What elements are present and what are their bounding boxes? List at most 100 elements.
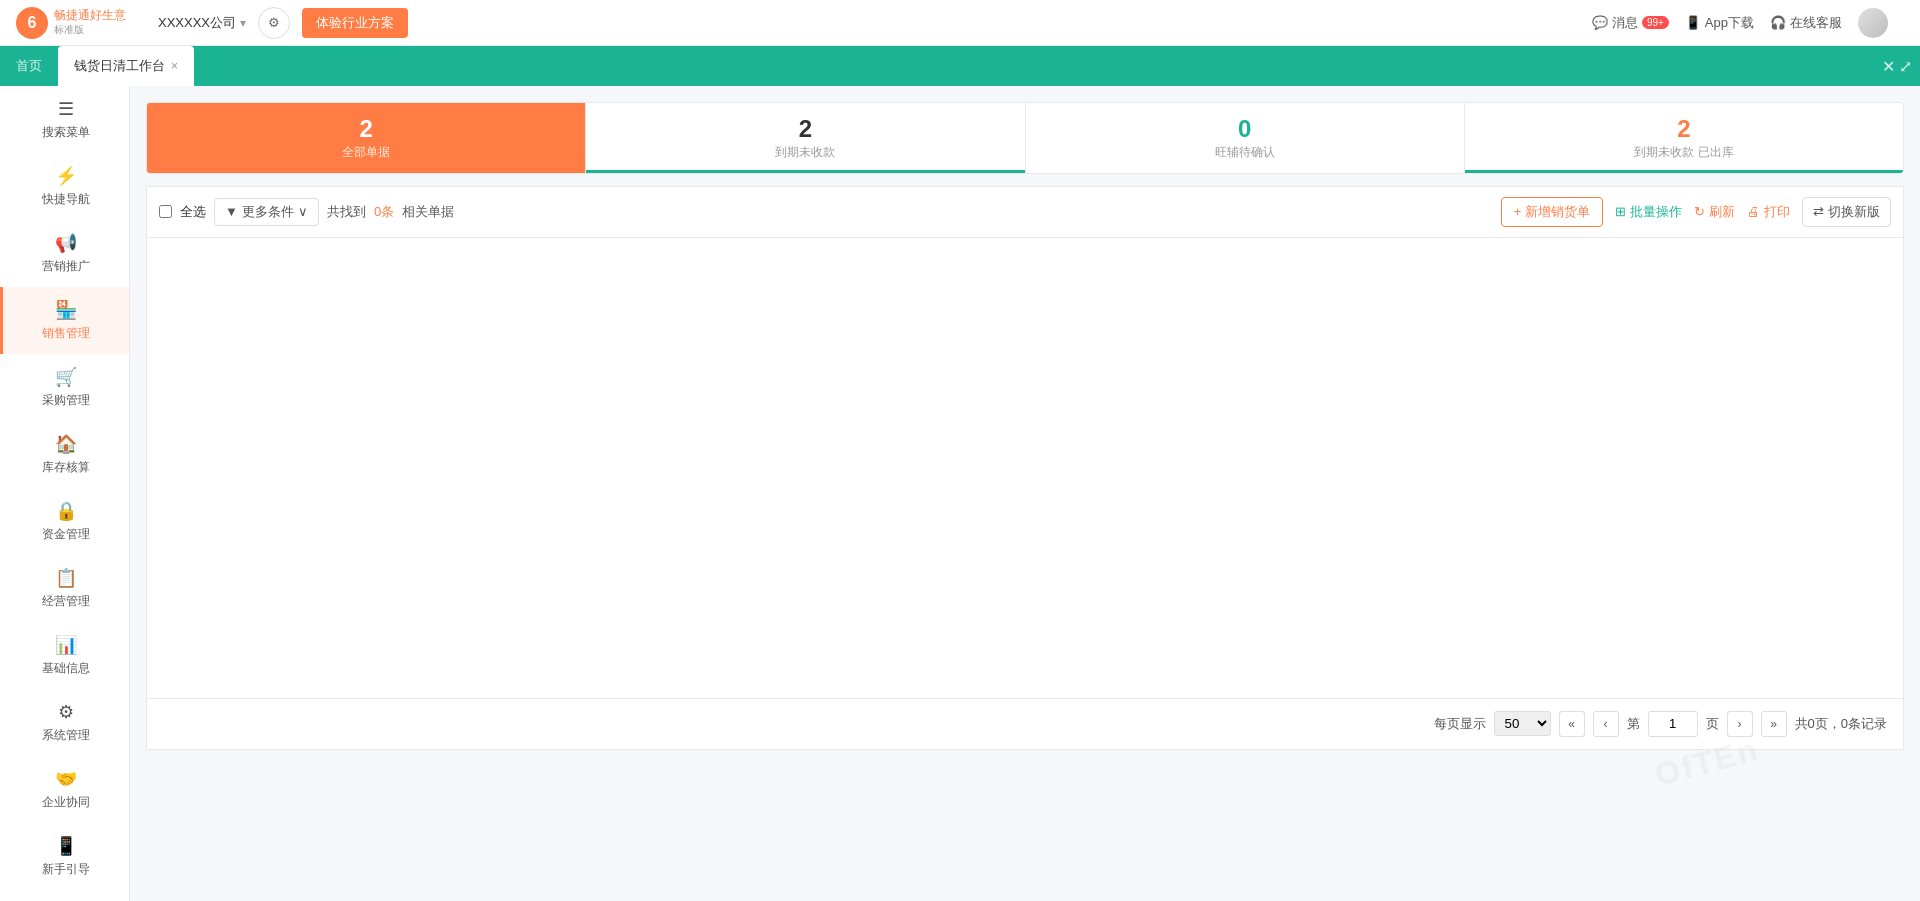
card-count-wangwang: 0 — [1046, 115, 1444, 144]
sidebar-item-quick-nav[interactable]: ⚡ 快捷导航 — [0, 153, 129, 220]
card-label-all: 全部单据 — [167, 144, 565, 161]
logo-area: 6 畅捷通好生意 标准版 — [16, 7, 146, 39]
per-page-label: 每页显示 — [1434, 715, 1486, 733]
sidebar-item-operations[interactable]: 📋 经营管理 — [0, 555, 129, 622]
settings-button[interactable]: ⚙ — [258, 7, 290, 39]
sidebar-item-basic-info[interactable]: 📊 基础信息 — [0, 622, 129, 689]
first-page-button[interactable]: « — [1559, 711, 1585, 737]
gear-icon: ⚙ — [268, 15, 280, 30]
select-all-checkbox[interactable] — [159, 205, 172, 218]
home-tab-label: 首页 — [16, 57, 42, 75]
enterprise-icon: 🤝 — [55, 768, 77, 790]
found-suffix: 相关单据 — [402, 203, 454, 221]
sidebar-item-purchase[interactable]: 🛒 采购管理 — [0, 354, 129, 421]
company-name: XXXXXX公司 — [158, 14, 236, 32]
status-card-overdue-out[interactable]: 2 到期未收款 已出库 — [1465, 103, 1903, 173]
page-suffix: 页 — [1706, 715, 1719, 733]
sidebar-item-marketing[interactable]: 📢 营销推广 — [0, 220, 129, 287]
print-button[interactable]: 🖨 打印 — [1747, 203, 1790, 221]
toolbar-left: 全选 ▼ 更多条件 ∨ 共找到 0条 相关单据 — [159, 198, 1493, 226]
sidebar-label-sales: 销售管理 — [42, 325, 90, 342]
filter-label: 更多条件 — [242, 203, 294, 221]
batch-operation-button[interactable]: ⊞ 批量操作 — [1615, 203, 1682, 221]
sidebar-item-system[interactable]: ⚙ 系统管理 — [0, 689, 129, 756]
logo-text-group: 畅捷通好生意 标准版 — [54, 8, 126, 38]
sidebar-item-finance[interactable]: 🔒 资金管理 — [0, 488, 129, 555]
pagination: 每页显示 50 20 100 « ‹ 第 页 › » 共0页，0条记录 — [147, 698, 1903, 749]
sidebar-label-purchase: 采购管理 — [42, 392, 90, 409]
switch-icon: ⇄ — [1813, 204, 1824, 219]
page-number-input[interactable] — [1648, 711, 1698, 737]
status-card-overdue[interactable]: 2 到期未收款 — [586, 103, 1025, 173]
card-count-overdue-out: 2 — [1485, 115, 1883, 144]
sidebar-item-sales[interactable]: 🏪 销售管理 — [0, 287, 129, 354]
finance-icon: 🔒 — [55, 500, 77, 522]
logo-icon: 6 — [16, 7, 48, 39]
nav-tabs-bar: 首页 钱货日清工作台 × ✕ ⤢ — [0, 46, 1920, 86]
close-tab-icon[interactable]: × — [171, 59, 178, 73]
logo-title: 畅捷通好生意 — [54, 8, 126, 24]
operations-icon: 📋 — [55, 567, 77, 589]
daily-tab-label: 钱货日清工作台 — [74, 57, 165, 75]
nav-tab-home[interactable]: 首页 — [0, 46, 58, 86]
message-icon: 💬 — [1592, 15, 1608, 30]
refresh-icon: ↻ — [1694, 204, 1705, 219]
switch-version-button[interactable]: ⇄ 切换新版 — [1802, 197, 1891, 227]
status-card-wangwang[interactable]: 0 旺辅待确认 — [1026, 103, 1465, 173]
online-service-action[interactable]: 🎧 在线客服 — [1770, 14, 1842, 32]
print-label: 打印 — [1764, 203, 1790, 221]
page-summary: 共0页，0条记录 — [1795, 715, 1887, 733]
next-page-button[interactable]: › — [1727, 711, 1753, 737]
header-left: 6 畅捷通好生意 标准版 XXXXXX公司 ▾ ⚙ 体验行业方案 — [16, 7, 408, 39]
company-selector[interactable]: XXXXXX公司 ▾ — [158, 14, 246, 32]
table-area: 全选 ▼ 更多条件 ∨ 共找到 0条 相关单据 + 新增销货单 ⊞ 批量操作 — [146, 186, 1904, 750]
status-card-all[interactable]: 2 全部单据 — [147, 103, 586, 173]
switch-label: 切换新版 — [1828, 203, 1880, 221]
quick-nav-icon: ⚡ — [55, 165, 77, 187]
select-all-label: 全选 — [180, 203, 206, 221]
table-body — [147, 238, 1903, 698]
system-icon: ⚙ — [58, 701, 74, 723]
filter-button[interactable]: ▼ 更多条件 ∨ — [214, 198, 319, 226]
batch-icon: ⊞ — [1615, 204, 1626, 219]
new-sales-order-button[interactable]: + 新增销货单 — [1501, 197, 1603, 227]
purchase-icon: 🛒 — [55, 366, 77, 388]
experience-button[interactable]: 体验行业方案 — [302, 8, 408, 38]
sidebar-item-inventory[interactable]: 🏠 库存核算 — [0, 421, 129, 488]
toolbar: 全选 ▼ 更多条件 ∨ 共找到 0条 相关单据 + 新增销货单 ⊞ 批量操作 — [147, 187, 1903, 238]
expand-window-button[interactable]: ⤢ — [1899, 57, 1912, 76]
message-action[interactable]: 💬 消息 99+ — [1592, 14, 1669, 32]
last-page-button[interactable]: » — [1761, 711, 1787, 737]
page-label: 第 — [1627, 715, 1640, 733]
main-layout: ☰ 搜索菜单 ⚡ 快捷导航 📢 营销推广 🏪 销售管理 🛒 采购管理 🏠 库存核… — [0, 86, 1920, 901]
per-page-select[interactable]: 50 20 100 — [1494, 711, 1551, 736]
app-download-action[interactable]: 📱 App下载 — [1685, 14, 1754, 32]
prev-page-button[interactable]: ‹ — [1593, 711, 1619, 737]
marketing-icon: 📢 — [55, 232, 77, 254]
sidebar-item-beginner[interactable]: 📱 新手引导 — [0, 823, 129, 890]
refresh-button[interactable]: ↻ 刷新 — [1694, 203, 1735, 221]
sidebar-item-enterprise[interactable]: 🤝 企业协同 — [0, 756, 129, 823]
print-icon: 🖨 — [1747, 204, 1760, 219]
headset-icon: 🎧 — [1770, 15, 1786, 30]
sidebar-label-quick: 快捷导航 — [42, 191, 90, 208]
header-right: 💬 消息 99+ 📱 App下载 🎧 在线客服 — [1592, 8, 1904, 38]
filter-icon: ▼ — [225, 204, 238, 219]
overdue-out-indicator — [1465, 170, 1903, 173]
message-badge: 99+ — [1642, 16, 1669, 29]
logo-badge: 标准版 — [54, 23, 126, 37]
online-service-label: 在线客服 — [1790, 14, 1842, 32]
batch-label: 批量操作 — [1630, 203, 1682, 221]
nav-tab-daily[interactable]: 钱货日清工作台 × — [58, 46, 194, 86]
sidebar-item-search-menu[interactable]: ☰ 搜索菜单 — [0, 86, 129, 153]
sidebar-label-beginner: 新手引导 — [42, 861, 90, 878]
phone-icon: 📱 — [1685, 15, 1701, 30]
sidebar-item-app-center[interactable]: 🛍 应用中心 — [0, 890, 129, 901]
avatar[interactable] — [1858, 8, 1888, 38]
close-window-button[interactable]: ✕ — [1882, 57, 1895, 76]
filter-chevron-icon: ∨ — [298, 204, 308, 219]
card-label-wangwang: 旺辅待确认 — [1046, 144, 1444, 161]
found-count: 0条 — [374, 203, 394, 221]
sidebar-label-inventory: 库存核算 — [42, 459, 90, 476]
sales-icon: 🏪 — [55, 299, 77, 321]
